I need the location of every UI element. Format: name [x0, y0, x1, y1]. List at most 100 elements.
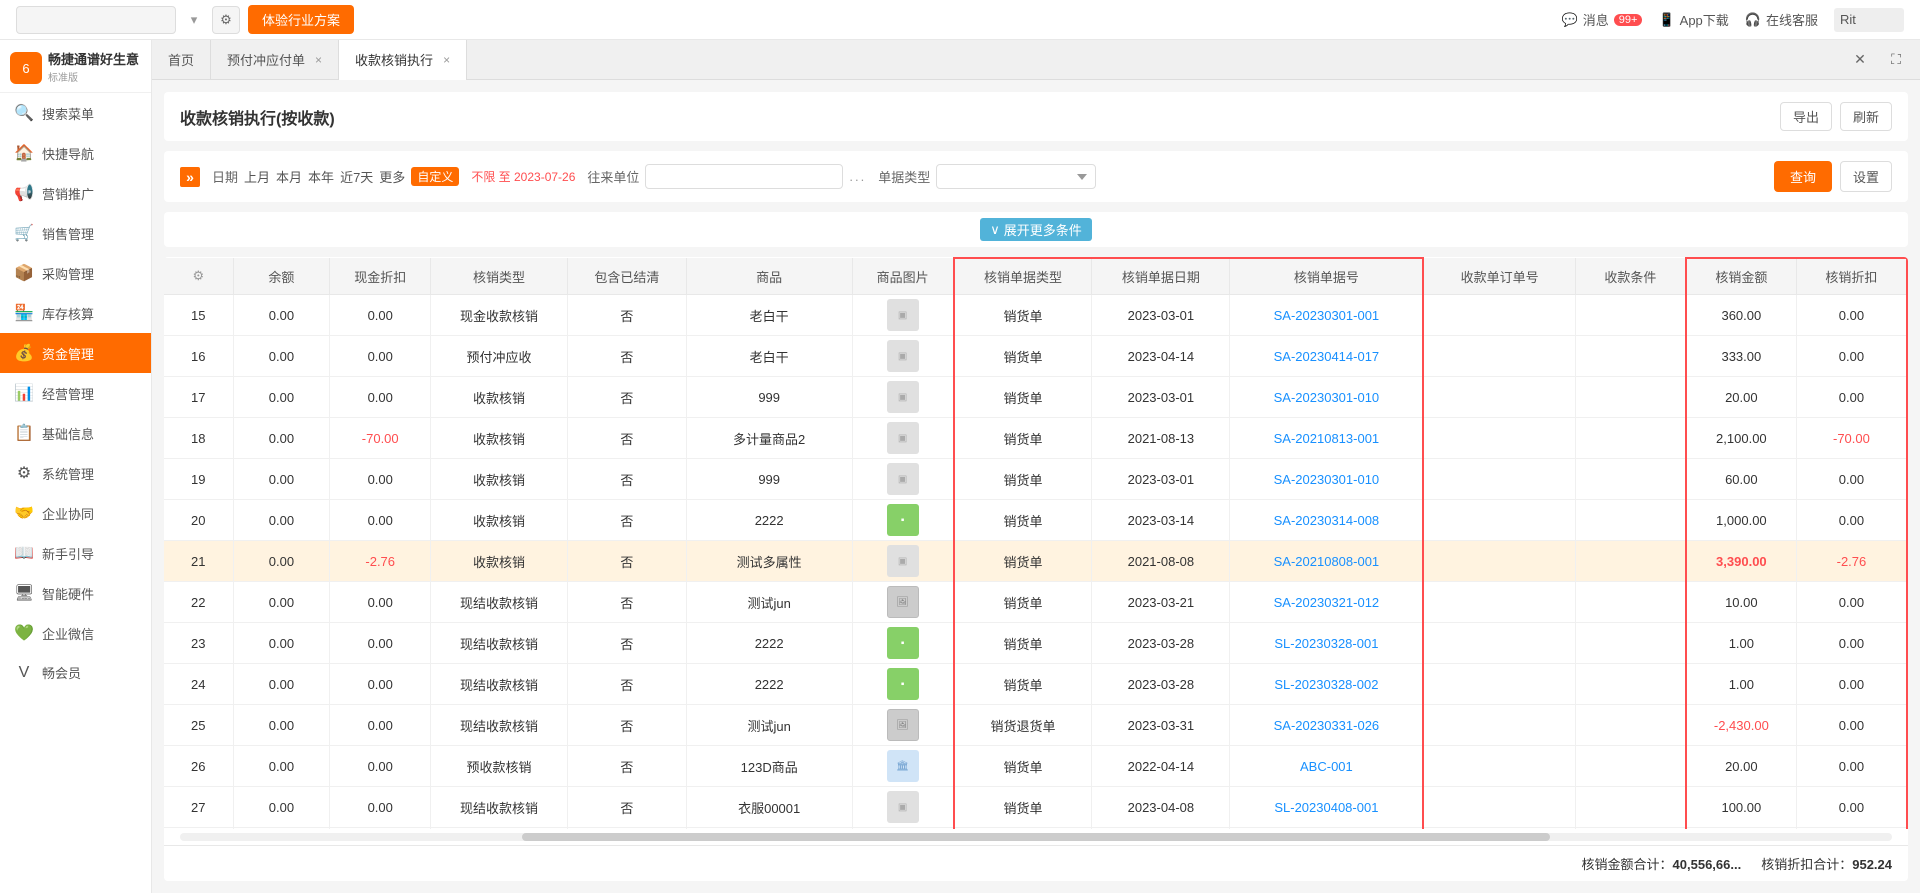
export-button[interactable]: 导出	[1780, 102, 1832, 131]
sidebar-item-base[interactable]: 📋 基础信息	[0, 413, 151, 453]
cell-cancel_bill_no[interactable]: SL-20230418-001	[1230, 828, 1423, 830]
cell-cancel_bill_no[interactable]: SL-20230328-002	[1230, 664, 1423, 705]
cell-receipt_condition	[1575, 746, 1686, 787]
tab-home[interactable]: 首页	[152, 40, 211, 80]
cell-cancel_bill_no[interactable]: SA-20230301-010	[1230, 459, 1423, 500]
expand-button[interactable]: »	[180, 167, 200, 187]
settings-button[interactable]: ⚙	[212, 6, 240, 34]
cell-balance: 0.00	[233, 336, 330, 377]
table-row: 280.000.00现结收款核销否2222▪销货单2023-04-18SL-20…	[164, 828, 1907, 830]
expand-more-toggle[interactable]: ∨ 展开更多条件	[980, 218, 1092, 241]
cell-cancel_bill_type: 销货单	[954, 459, 1092, 500]
date-custom-btn[interactable]: 自定义	[411, 167, 459, 186]
cell-cancel_bill_no[interactable]: SA-20230321-012	[1230, 582, 1423, 623]
cell-cancel_bill_date: 2023-03-28	[1092, 664, 1230, 705]
cell-cancel_bill_type: 销货单	[954, 500, 1092, 541]
cell-cancel_bill_no[interactable]: ABC-001	[1230, 746, 1423, 787]
date-link-7days[interactable]: 近7天	[340, 167, 373, 186]
cell-cancel_type: 现结收款核销	[431, 705, 568, 746]
tab-label-home: 首页	[168, 50, 194, 69]
sidebar-item-marketing[interactable]: 📢 营销推广	[0, 173, 151, 213]
cell-receipt_order_no	[1423, 336, 1575, 377]
window-maximize-btn[interactable]: ⛶	[1882, 46, 1910, 74]
messages-label: 消息	[1583, 10, 1609, 29]
cell-cash_discount: 0.00	[330, 664, 431, 705]
cell-cancel_bill_no[interactable]: SA-20210808-001	[1230, 541, 1423, 582]
cell-goods: 测试jun	[686, 705, 852, 746]
messages-area[interactable]: 💬 消息 99+	[1562, 10, 1643, 29]
cell-cancel_bill_no[interactable]: SL-20230328-001	[1230, 623, 1423, 664]
cell-row_num: 19	[164, 459, 233, 500]
tab-label-collection: 收款核销执行	[355, 50, 433, 69]
sidebar-item-system[interactable]: ⚙ 系统管理	[0, 453, 151, 493]
cell-goods: 多计量商品2	[686, 418, 852, 459]
app-download-area[interactable]: 📱 App下载	[1658, 10, 1728, 29]
sidebar-item-operation[interactable]: 📊 经营管理	[0, 373, 151, 413]
tab-close-collection[interactable]: ×	[443, 53, 450, 67]
sidebar-item-finance[interactable]: 💰 资金管理	[0, 333, 151, 373]
online-service-area[interactable]: 🎧 在线客服	[1745, 10, 1818, 29]
cell-include_settled: 否	[567, 500, 686, 541]
table-row: 270.000.00现结收款核销否衣服00001▣销货单2023-04-08SL…	[164, 787, 1907, 828]
sidebar-item-wechat[interactable]: 💚 企业微信	[0, 613, 151, 653]
hardware-icon: 🖥	[14, 583, 34, 603]
cell-cancel_discount: 0.00	[1796, 664, 1907, 705]
tab-close-prepay[interactable]: ×	[315, 53, 322, 67]
sidebar-item-search[interactable]: 🔍 搜索菜单	[0, 93, 151, 133]
sidebar-item-corp[interactable]: 🤝 企业协同	[0, 493, 151, 533]
sidebar-item-guide[interactable]: 📖 新手引导	[0, 533, 151, 573]
unit-input[interactable]	[645, 164, 843, 189]
sidebar-label-base: 基础信息	[42, 424, 94, 443]
unit-dots[interactable]: ...	[849, 169, 866, 184]
cell-goods_img: ▣	[852, 418, 954, 459]
chevron-down-icon: ∨	[990, 222, 1000, 238]
user-avatar[interactable]: Rit	[1834, 8, 1904, 32]
cell-include_settled: 否	[567, 623, 686, 664]
cell-include_settled: 否	[567, 664, 686, 705]
scrollbar[interactable]	[180, 833, 1892, 841]
col-header-cancel_bill_date: 核销单据日期	[1092, 258, 1230, 295]
query-button[interactable]: 查询	[1774, 161, 1832, 192]
trial-btn[interactable]: 体验行业方案	[248, 5, 354, 34]
cell-receipt_order_no	[1423, 746, 1575, 787]
sidebar-item-inventory[interactable]: 🏪 库存核算	[0, 293, 151, 333]
cell-cancel_amount: 10.00	[1686, 582, 1797, 623]
unit-filter: 往来单位 ...	[587, 164, 866, 189]
cell-balance: 0.00	[233, 623, 330, 664]
sidebar-item-member[interactable]: V 畅会员	[0, 653, 151, 692]
dropdown-arrow[interactable]: ▾	[184, 12, 204, 28]
cell-cancel_type: 现结收款核销	[431, 664, 568, 705]
table-wrapper[interactable]: ⚙余额现金折扣核销类型包含已结清商品商品图片核销单据类型核销单据日期核销单据号收…	[164, 257, 1908, 829]
cell-cancel_bill_no[interactable]: SA-20230414-017	[1230, 336, 1423, 377]
cell-row_num: 16	[164, 336, 233, 377]
tab-prepay[interactable]: 预付冲应付单×	[211, 40, 339, 80]
sidebar-label-sales: 销售管理	[42, 224, 94, 243]
sidebar-item-sales[interactable]: 🛒 销售管理	[0, 213, 151, 253]
search-icon: 🔍	[14, 103, 34, 123]
date-link-more[interactable]: 更多	[379, 167, 405, 186]
cell-cancel_bill_date: 2023-03-14	[1092, 500, 1230, 541]
cell-cancel_bill_no[interactable]: SA-20230314-008	[1230, 500, 1423, 541]
cell-cancel_bill_no[interactable]: SA-20230301-001	[1230, 295, 1423, 336]
refresh-button[interactable]: 刷新	[1840, 102, 1892, 131]
cell-cancel_bill_no[interactable]: SA-20230301-010	[1230, 377, 1423, 418]
bill-type-select[interactable]	[936, 164, 1096, 189]
sidebar-menu: 🔍 搜索菜单 🏠 快捷导航 📢 营销推广 🛒 销售管理 📦 采购管理 🏪 库存核…	[0, 93, 151, 692]
cell-cancel_bill_date: 2023-03-21	[1092, 582, 1230, 623]
cell-cancel_bill_no[interactable]: SA-20210813-001	[1230, 418, 1423, 459]
tab-collection[interactable]: 收款核销执行 ×	[339, 40, 467, 80]
date-link-this-month[interactable]: 本月	[276, 167, 302, 186]
sidebar-item-hardware[interactable]: 🖥 智能硬件	[0, 573, 151, 613]
logo-icon: 6	[10, 52, 42, 84]
cell-cancel_bill_type: 销货单	[954, 418, 1092, 459]
cell-cancel_bill_no[interactable]: SA-20230331-026	[1230, 705, 1423, 746]
date-link-this-year[interactable]: 本年	[308, 167, 334, 186]
main-table: ⚙余额现金折扣核销类型包含已结清商品商品图片核销单据类型核销单据日期核销单据号收…	[164, 257, 1908, 829]
sidebar-item-purchase[interactable]: 📦 采购管理	[0, 253, 151, 293]
date-link-last-month[interactable]: 上月	[244, 167, 270, 186]
filter-settings-button[interactable]: 设置	[1840, 161, 1892, 192]
cell-cancel_bill_no[interactable]: SL-20230408-001	[1230, 787, 1423, 828]
sidebar-item-nav[interactable]: 🏠 快捷导航	[0, 133, 151, 173]
window-close-btn[interactable]: ✕	[1846, 46, 1874, 74]
cell-cash_discount: -70.00	[330, 418, 431, 459]
